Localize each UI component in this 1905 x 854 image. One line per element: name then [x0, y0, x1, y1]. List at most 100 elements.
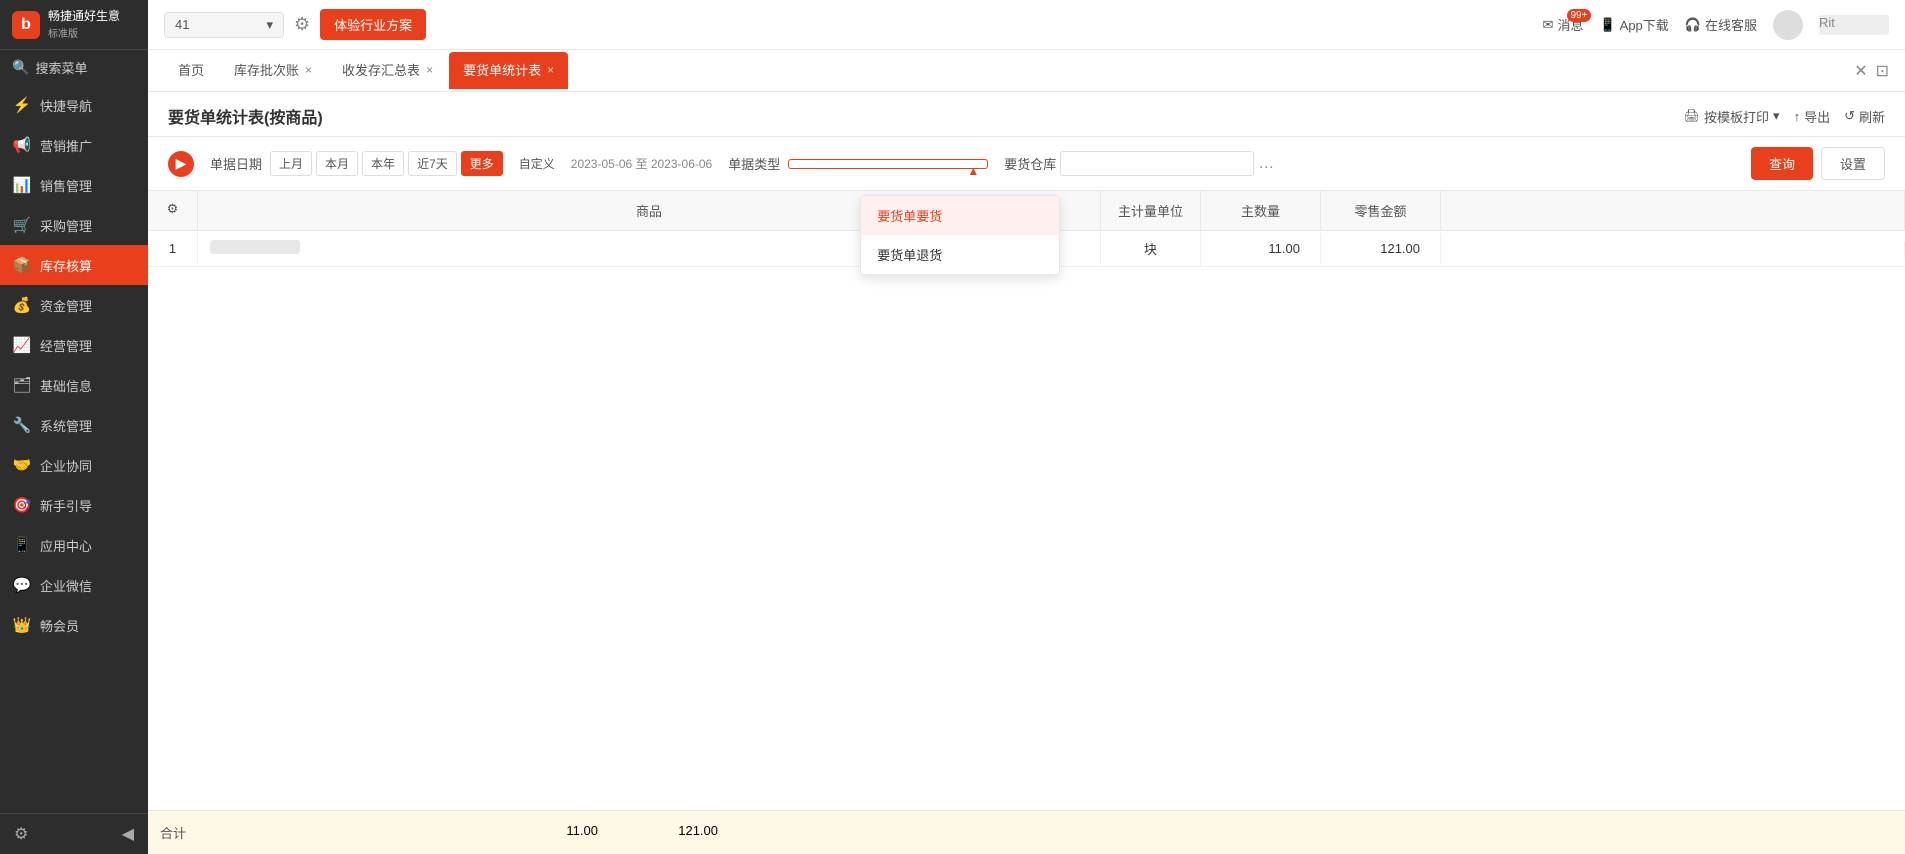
tab-close-all-icon[interactable]: ✕: [1854, 61, 1867, 81]
date-custom[interactable]: 自定义: [511, 152, 563, 175]
sidebar-item-label: 企业微信: [40, 576, 92, 595]
tab-receivable[interactable]: 收发存汇总表 ×: [328, 52, 447, 89]
company-selector-text: 41: [175, 17, 189, 32]
query-btn[interactable]: 查询: [1751, 147, 1813, 180]
date-more[interactable]: 更多: [461, 151, 503, 176]
warehouse-more-icon[interactable]: …: [1258, 155, 1274, 173]
sidebar: b 畅捷通好生意 标准版 🔍 搜索菜单 ⚡ 快捷导航 📢 营销推广 📊 销售管理…: [0, 0, 148, 854]
th-qty: 主数量: [1201, 191, 1321, 230]
table-footer: 合计 11.00 121.00: [148, 810, 1905, 854]
date-label: 单据日期: [210, 154, 262, 173]
sidebar-item-guide[interactable]: 🎯 新手引导: [0, 485, 148, 525]
collapse-icon[interactable]: ◀: [122, 824, 134, 844]
trial-btn[interactable]: 体验行业方案: [320, 9, 426, 40]
filter-expand-btn[interactable]: ▶: [168, 151, 194, 177]
print-icon: 🖨: [1684, 108, 1701, 124]
topbar-right: ✉ 消息 99+ 📱 App下载 🎧 在线客服 Rit: [1543, 10, 1889, 40]
message-badge: 99+: [1567, 9, 1592, 22]
tab-requisition[interactable]: 要货单统计表 ×: [449, 52, 568, 89]
td-amount: 121.00: [1321, 233, 1441, 264]
online-service-label: 在线客服: [1705, 15, 1757, 34]
tab-close-icon[interactable]: ×: [426, 63, 433, 77]
tab-maximize-icon[interactable]: ⊡: [1876, 61, 1889, 81]
date-shortcuts: 上月 本月 本年 近7天 更多: [270, 151, 503, 176]
search-icon: 🔍: [12, 59, 29, 76]
tab-requisition-label: 要货单统计表: [463, 60, 541, 79]
inventory-icon: 📦: [12, 255, 32, 275]
settings-icon[interactable]: ⚙: [14, 824, 28, 844]
th-settings[interactable]: ⚙: [148, 191, 198, 230]
td-row-num: 1: [148, 233, 198, 264]
tabs-right-actions: ✕ ⊡: [1854, 61, 1889, 81]
chevron-down-icon: ▾: [266, 17, 273, 33]
tab-home[interactable]: 首页: [164, 52, 218, 89]
company-selector[interactable]: 41 ▾: [164, 12, 284, 38]
tab-close-icon[interactable]: ×: [547, 63, 554, 77]
date-this-year[interactable]: 本年: [362, 151, 404, 176]
dropdown-item-requisition-return[interactable]: 要货单退货: [861, 235, 1059, 274]
th-rest: [1441, 191, 1905, 230]
tab-inventory-batch[interactable]: 库存批次账 ×: [220, 52, 326, 89]
sidebar-item-apps[interactable]: 📱 应用中心: [0, 525, 148, 565]
sidebar-item-enterprise[interactable]: 🤝 企业协同: [0, 445, 148, 485]
print-btn[interactable]: 🖨 按模板打印 ▾: [1684, 107, 1780, 126]
sidebar-item-member[interactable]: 👑 畅会员: [0, 605, 148, 645]
quick-nav-icon: ⚡: [12, 95, 32, 115]
topbar-left: 41 ▾ ⚙ 体验行业方案: [164, 9, 1531, 40]
apps-icon: 📱: [12, 535, 32, 555]
sidebar-item-label: 营销推广: [40, 136, 92, 155]
topbar-gear-icon[interactable]: ⚙: [294, 14, 310, 35]
warehouse-input[interactable]: [1060, 151, 1254, 176]
page-header-actions: 🖨 按模板打印 ▾ ↑ 导出 ↺ 刷新: [1684, 107, 1886, 126]
type-input[interactable]: ▲: [788, 159, 988, 169]
td-rest: [1441, 241, 1905, 257]
page-content: 要货单统计表(按商品) 🖨 按模板打印 ▾ ↑ 导出 ↺ 刷新 ▶: [148, 92, 1905, 854]
app-download-btn[interactable]: 📱 App下载: [1599, 15, 1668, 34]
search-menu-label: 搜索菜单: [35, 58, 87, 77]
sidebar-item-label: 经营管理: [40, 336, 92, 355]
warehouse-label: 要货仓库: [1004, 154, 1056, 173]
dropdown-item-requisition-order[interactable]: 要货单要货: [861, 196, 1059, 235]
online-service-btn[interactable]: 🎧 在线客服: [1685, 15, 1757, 34]
th-unit: 主计量单位: [1101, 191, 1201, 230]
user-name: Rit: [1819, 15, 1889, 35]
topbar: 41 ▾ ⚙ 体验行业方案 ✉ 消息 99+ 📱 App下载 🎧 在线客服 Ri…: [148, 0, 1905, 50]
messages-btn[interactable]: ✉ 消息 99+: [1543, 15, 1584, 34]
sidebar-item-system[interactable]: 🔧 系统管理: [0, 405, 148, 445]
type-label: 单据类型: [728, 154, 780, 173]
sidebar-item-marketing[interactable]: 📢 营销推广: [0, 125, 148, 165]
sidebar-item-wechat[interactable]: 💬 企业微信: [0, 565, 148, 605]
td-unit: 块: [1101, 231, 1201, 266]
export-icon: ↑: [1794, 109, 1801, 124]
sidebar-item-purchase[interactable]: 🛒 采购管理: [0, 205, 148, 245]
sidebar-nav: ⚡ 快捷导航 📢 营销推广 📊 销售管理 🛒 采购管理 📦 库存核算 💰 资金管…: [0, 85, 148, 813]
td-qty: 11.00: [1201, 233, 1321, 264]
sidebar-bottom: ⚙ ◀: [0, 813, 148, 854]
user-avatar[interactable]: [1773, 10, 1803, 40]
page-title: 要货单统计表(按商品): [168, 104, 323, 128]
date-7days[interactable]: 近7天: [408, 151, 457, 176]
th-amount: 零售金额: [1321, 191, 1441, 230]
refresh-btn[interactable]: ↺ 刷新: [1844, 107, 1885, 126]
date-last-month[interactable]: 上月: [270, 151, 312, 176]
sidebar-item-label: 畅会员: [40, 616, 79, 635]
sidebar-item-basic[interactable]: 🗂 基础信息: [0, 365, 148, 405]
operations-icon: 📈: [12, 335, 32, 355]
settings-btn[interactable]: 设置: [1821, 147, 1885, 180]
search-menu[interactable]: 🔍 搜索菜单: [0, 50, 148, 85]
sidebar-item-inventory[interactable]: 📦 库存核算: [0, 245, 148, 285]
type-dropdown: 要货单要货 要货单退货: [860, 195, 1060, 275]
tab-close-icon[interactable]: ×: [305, 63, 312, 77]
sidebar-item-quick-nav[interactable]: ⚡ 快捷导航: [0, 85, 148, 125]
sidebar-item-operations[interactable]: 📈 经营管理: [0, 325, 148, 365]
sidebar-item-label: 采购管理: [40, 216, 92, 235]
print-label: 按模板打印: [1704, 107, 1769, 126]
export-btn[interactable]: ↑ 导出: [1794, 107, 1831, 126]
date-this-month[interactable]: 本月: [316, 151, 358, 176]
sidebar-item-label: 系统管理: [40, 416, 92, 435]
download-icon: 📱: [1599, 17, 1615, 33]
table-body: 1 块 11.00 121.00: [148, 231, 1905, 810]
sidebar-item-finance[interactable]: 💰 资金管理: [0, 285, 148, 325]
date-filter-group: 单据日期 上月 本月 本年 近7天 更多 自定义 2023-05-06 至 20…: [210, 151, 712, 176]
sidebar-item-sales[interactable]: 📊 销售管理: [0, 165, 148, 205]
